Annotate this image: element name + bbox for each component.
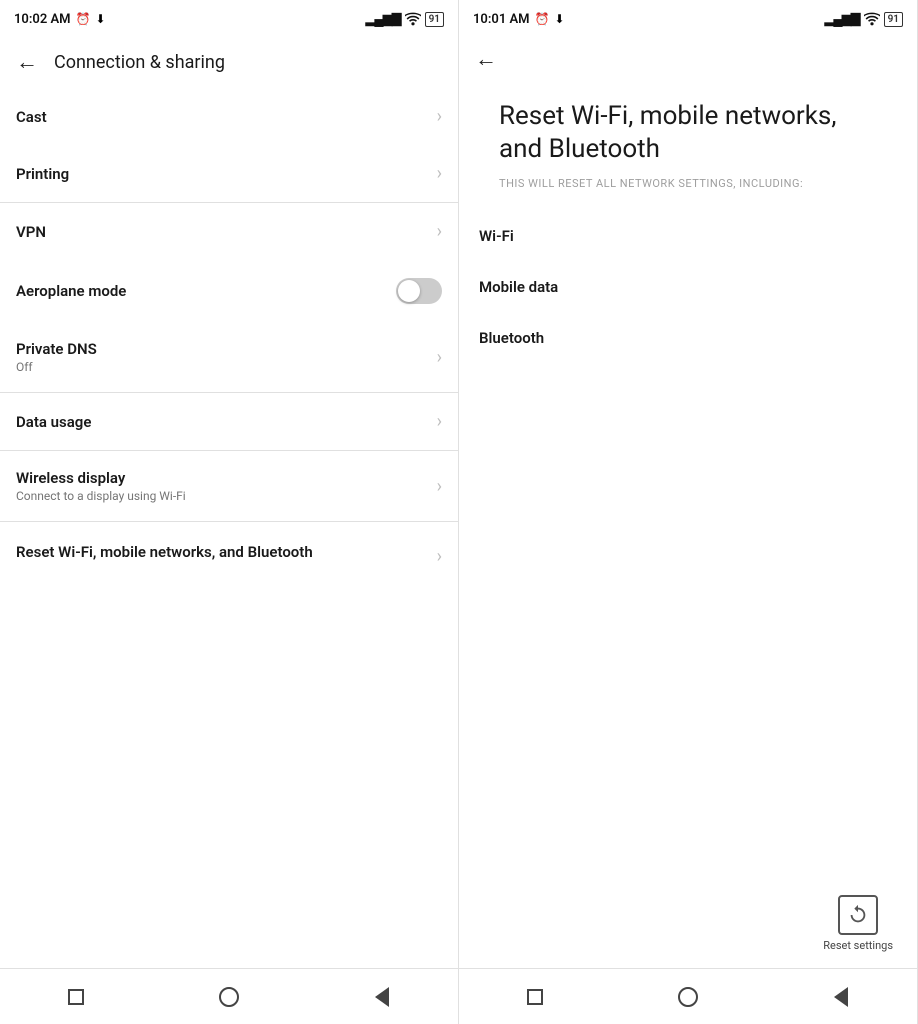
vpn-item[interactable]: VPN › bbox=[0, 203, 458, 260]
reset-wifi-chevron: › bbox=[437, 546, 442, 567]
wireless-display-label: Wireless display bbox=[16, 469, 186, 487]
aeroplane-toggle-knob bbox=[398, 280, 420, 302]
reset-settings-label: Reset settings bbox=[823, 939, 893, 952]
aeroplane-label: Aeroplane mode bbox=[16, 282, 126, 300]
data-usage-item[interactable]: Data usage › bbox=[0, 393, 458, 450]
left-time: 10:02 AM bbox=[14, 12, 71, 27]
private-dns-label: Private DNS bbox=[16, 340, 97, 358]
left-nav-bar bbox=[0, 968, 458, 1024]
right-wifi-icon bbox=[864, 12, 880, 26]
left-alarm-icon: ⏰ bbox=[76, 12, 91, 26]
right-nav-home[interactable] bbox=[672, 981, 704, 1013]
printing-chevron: › bbox=[437, 163, 442, 184]
left-nav-circle-icon bbox=[219, 987, 239, 1007]
cast-label: Cast bbox=[16, 108, 47, 126]
aeroplane-item[interactable]: Aeroplane mode bbox=[0, 260, 458, 322]
left-panel: 10:02 AM ⏰ ⬇ ▂▄▆▇ 91 ← Connection & shar… bbox=[0, 0, 459, 1024]
reset-page-title: Reset Wi-Fi, mobile networks, and Blueto… bbox=[479, 84, 897, 173]
wifi-network-label: Wi-Fi bbox=[479, 227, 514, 245]
wireless-display-sublabel: Connect to a display using Wi-Fi bbox=[16, 489, 186, 503]
left-nav-square-icon bbox=[68, 989, 84, 1005]
reset-subtitle: THIS WILL RESET ALL NETWORK SETTINGS, IN… bbox=[479, 173, 897, 210]
right-alarm-icon: ⏰ bbox=[535, 12, 550, 26]
left-nav-triangle-icon bbox=[375, 987, 389, 1007]
wifi-network-item: Wi-Fi bbox=[459, 210, 917, 261]
left-nav-home[interactable] bbox=[213, 981, 245, 1013]
left-nav-recent[interactable] bbox=[60, 981, 92, 1013]
vpn-label: VPN bbox=[16, 223, 46, 241]
printing-item[interactable]: Printing › bbox=[0, 145, 458, 202]
left-download-icon: ⬇ bbox=[96, 12, 106, 26]
right-signal-icon: ▂▄▆▇ bbox=[824, 11, 859, 27]
network-items-list: Wi-Fi Mobile data Bluetooth bbox=[459, 210, 917, 363]
left-status-bar: 10:02 AM ⏰ ⬇ ▂▄▆▇ 91 bbox=[0, 0, 458, 36]
vpn-chevron: › bbox=[437, 221, 442, 242]
cast-chevron: › bbox=[437, 106, 442, 127]
private-dns-item[interactable]: Private DNS Off › bbox=[0, 322, 458, 392]
right-back-button[interactable]: ← bbox=[475, 46, 497, 72]
bluetooth-item: Bluetooth bbox=[459, 312, 917, 363]
right-nav-bar bbox=[459, 968, 917, 1024]
wireless-display-item[interactable]: Wireless display Connect to a display us… bbox=[0, 451, 458, 521]
right-download-icon: ⬇ bbox=[555, 12, 565, 26]
reset-button-area: Reset settings bbox=[459, 883, 917, 968]
left-back-button[interactable]: ← bbox=[16, 49, 38, 75]
right-nav-circle-icon bbox=[678, 987, 698, 1007]
bluetooth-label: Bluetooth bbox=[479, 329, 544, 347]
reset-settings-button[interactable]: Reset settings bbox=[823, 895, 893, 952]
private-dns-sublabel: Off bbox=[16, 360, 97, 374]
right-status-bar: 10:01 AM ⏰ ⬇ ▂▄▆▇ 91 bbox=[459, 0, 917, 36]
right-time: 10:01 AM bbox=[473, 12, 530, 27]
reset-title-block: Reset Wi-Fi, mobile networks, and Blueto… bbox=[459, 80, 917, 210]
mobile-data-item: Mobile data bbox=[459, 261, 917, 312]
reset-wifi-label: Reset Wi-Fi, mobile networks, and Blueto… bbox=[16, 542, 313, 563]
reset-settings-icon-box bbox=[838, 895, 878, 935]
right-nav-recent[interactable] bbox=[519, 981, 551, 1013]
mobile-data-label: Mobile data bbox=[479, 278, 558, 296]
right-battery: 91 bbox=[884, 12, 903, 27]
left-toolbar: ← Connection & sharing bbox=[0, 36, 458, 88]
data-usage-label: Data usage bbox=[16, 413, 91, 431]
left-page-title: Connection & sharing bbox=[54, 52, 225, 73]
private-dns-chevron: › bbox=[437, 347, 442, 368]
right-toolbar: ← bbox=[459, 36, 917, 80]
data-usage-chevron: › bbox=[437, 411, 442, 432]
reset-wifi-item[interactable]: Reset Wi-Fi, mobile networks, and Blueto… bbox=[0, 522, 458, 587]
right-spacer bbox=[459, 363, 917, 883]
wireless-display-chevron: › bbox=[437, 476, 442, 497]
right-nav-square-icon bbox=[527, 989, 543, 1005]
right-panel: 10:01 AM ⏰ ⬇ ▂▄▆▇ 91 ← Reset Wi-Fi, mobi… bbox=[459, 0, 918, 1024]
left-nav-back[interactable] bbox=[366, 981, 398, 1013]
right-nav-back[interactable] bbox=[825, 981, 857, 1013]
printing-label: Printing bbox=[16, 165, 69, 183]
left-wifi-icon bbox=[405, 12, 421, 26]
left-settings-list: Cast › Printing › VPN › Aeroplane mode bbox=[0, 88, 458, 968]
left-battery: 91 bbox=[425, 12, 444, 27]
aeroplane-toggle[interactable] bbox=[396, 278, 442, 304]
cast-item[interactable]: Cast › bbox=[0, 88, 458, 145]
left-signal-icon: ▂▄▆▇ bbox=[365, 11, 400, 27]
right-nav-triangle-icon bbox=[834, 987, 848, 1007]
reset-settings-icon bbox=[847, 904, 869, 926]
